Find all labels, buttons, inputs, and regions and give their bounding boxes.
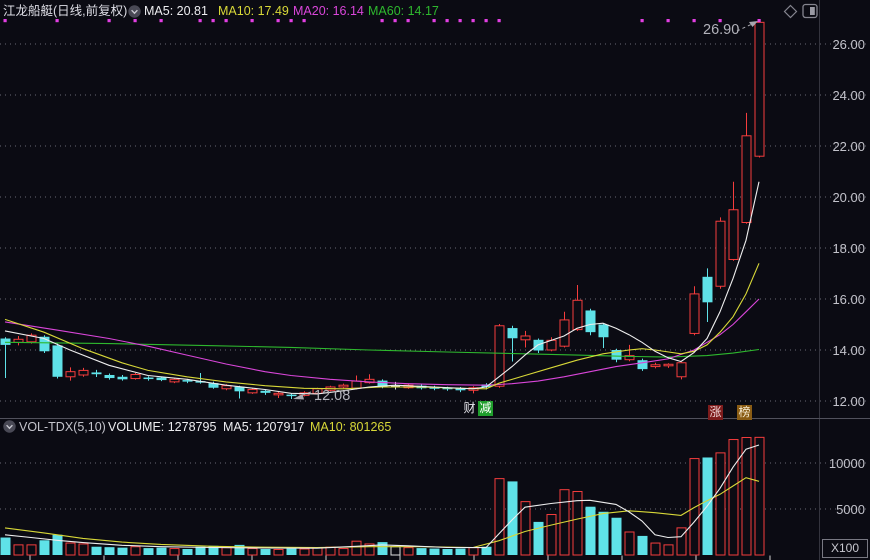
candlestick-chart-canvas[interactable] bbox=[0, 0, 870, 560]
price-axis-label: 24.00 bbox=[832, 88, 865, 103]
price-axis-label: 26.00 bbox=[832, 37, 865, 52]
chevron-down-icon[interactable] bbox=[128, 5, 141, 23]
high-price-annotation: 26.90 bbox=[703, 22, 739, 38]
volume-axis-label: 5000 bbox=[836, 502, 865, 517]
badge-cai[interactable]: 财 bbox=[462, 401, 477, 416]
ma20-value-label: MA20: 16.14 bbox=[293, 3, 364, 19]
ma5-value-label: MA5: 20.81 bbox=[144, 3, 208, 19]
badge-bang[interactable]: 榜 bbox=[737, 405, 752, 420]
volume-unit-label: X100 bbox=[822, 539, 868, 558]
stock-chart-window: 江龙船艇(日线,前复权) MA5: 20.81 MA10: 17.49 MA20… bbox=[0, 0, 870, 560]
diamond-icon[interactable] bbox=[783, 4, 798, 24]
low-price-annotation: 12.08 bbox=[314, 388, 350, 404]
price-axis-label: 16.00 bbox=[832, 292, 865, 307]
price-axis-label: 12.00 bbox=[832, 394, 865, 409]
right-panel-toggle-icon[interactable] bbox=[802, 3, 819, 24]
page-title: 江龙船艇(日线,前复权) bbox=[3, 3, 127, 19]
ma60-value-label: MA60: 14.17 bbox=[368, 3, 439, 19]
volume-indicator-label: VOL-TDX(5,10) bbox=[19, 419, 106, 435]
price-axis-label: 18.00 bbox=[832, 241, 865, 256]
volume-ma10-label: MA10: 801265 bbox=[310, 419, 391, 435]
volume-axis-label: 10000 bbox=[829, 456, 865, 471]
badge-zhang[interactable]: 涨 bbox=[708, 405, 723, 420]
ma10-value-label: MA10: 17.49 bbox=[218, 3, 289, 19]
volume-value-label: VOLUME: 1278795 bbox=[108, 419, 216, 435]
volume-ma5-label: MA5: 1207917 bbox=[223, 419, 304, 435]
price-axis-label: 22.00 bbox=[832, 139, 865, 154]
price-axis-label: 20.00 bbox=[832, 190, 865, 205]
badge-jian[interactable]: 减 bbox=[478, 401, 493, 416]
price-axis-label: 14.00 bbox=[832, 343, 865, 358]
chevron-down-icon[interactable] bbox=[3, 420, 16, 438]
